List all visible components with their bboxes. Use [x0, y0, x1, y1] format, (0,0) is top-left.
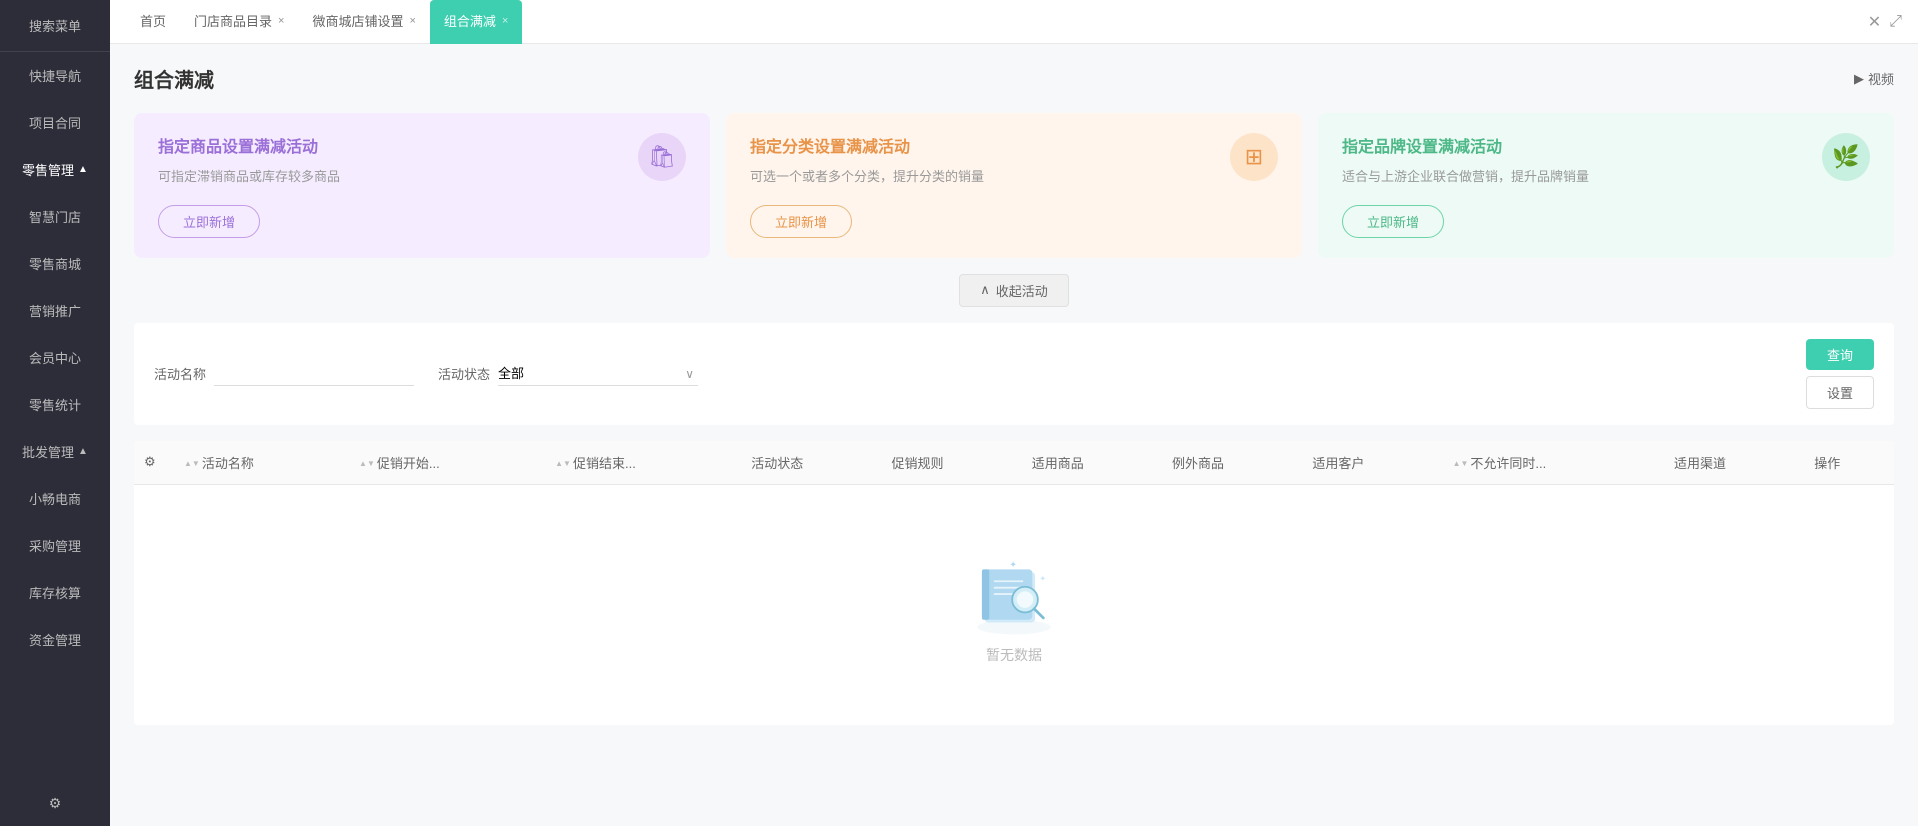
th-promo-rule: 促销规则 [882, 441, 1022, 485]
window-close-icon[interactable]: ✕ [1868, 12, 1881, 32]
card-brand-discount: 指定品牌设置满减活动 适合与上游企业联合做营销，提升品牌销量 🌿 立即新增 [1318, 113, 1894, 258]
th-operation: 操作 [1804, 441, 1894, 485]
empty-text: 暂无数据 [986, 645, 1042, 665]
sidebar-item-retail-mall[interactable]: 零售商城 [0, 240, 110, 287]
tab-bar: 首页门店商品目录×微商城店铺设置×组合满减× ✕ ⤢ [110, 0, 1918, 44]
card-product-discount: 指定商品设置满减活动 可指定滞销商品或库存较多商品 🛍 立即新增 [134, 113, 710, 258]
sidebar-item-project-contract[interactable]: 项目合同 [0, 99, 110, 146]
tab-close-icon[interactable]: × [409, 15, 415, 27]
tab-wechat-store-settings[interactable]: 微商城店铺设置× [298, 0, 429, 44]
th-activity-name[interactable]: ▲▼活动名称 [174, 441, 349, 485]
settings-button[interactable]: 设置 [1806, 376, 1874, 409]
activity-name-input[interactable] [214, 362, 414, 386]
page-header: 组合满减 ▶ 视频 [134, 64, 1894, 93]
chevron-icon: ▲ [78, 164, 88, 175]
card-add-btn[interactable]: 立即新增 [158, 205, 260, 238]
tab-close-icon[interactable]: × [278, 15, 284, 27]
th-applicable-channel: 适用渠道 [1664, 441, 1804, 485]
main-area: 首页门店商品目录×微商城店铺设置×组合满减× ✕ ⤢ 组合满减 ▶ 视频 指定商… [110, 0, 1918, 826]
card-desc: 适合与上游企业联合做营销，提升品牌销量 [1342, 167, 1870, 187]
tab-home[interactable]: 首页 [126, 0, 180, 44]
sidebar-item-quick-nav[interactable]: 快捷导航 [0, 52, 110, 99]
th-exception-goods: 例外商品 [1162, 441, 1302, 485]
sidebar-item-inventory-calc[interactable]: 库存核算 [0, 569, 110, 616]
th-applicable-goods: 适用商品 [1022, 441, 1162, 485]
sidebar-item-member-center[interactable]: 会员中心 [0, 334, 110, 381]
data-table: ⚙ ▲▼活动名称▲▼促销开始...▲▼促销结束...活动状态促销规则适用商品例外商… [134, 441, 1894, 485]
th-applicable-customer: 适用客户 [1302, 441, 1442, 485]
page-title: 组合满减 [134, 64, 214, 93]
settings-icon[interactable]: ⚙ [144, 454, 156, 469]
card-add-btn[interactable]: 立即新增 [750, 205, 852, 238]
tab-combo-discount[interactable]: 组合满减× [430, 0, 522, 44]
sidebar-item-smart-store[interactable]: 智慧门店 [0, 193, 110, 240]
card-icon: ⊞ [1230, 133, 1278, 181]
card-title: 指定商品设置满减活动 [158, 133, 686, 157]
th-promo-start[interactable]: ▲▼促销开始... [349, 441, 545, 485]
sort-icon: ▲▼ [1453, 460, 1469, 468]
empty-illustration: ✦ ✦ [959, 545, 1069, 645]
chevron-up-icon: ∧ [980, 282, 990, 298]
chevron-icon: ▲ [78, 446, 88, 457]
tab-bar-controls: ✕ ⤢ [1868, 12, 1902, 32]
search-buttons: 查询 设置 [1806, 339, 1874, 409]
table-container: ⚙ ▲▼活动名称▲▼促销开始...▲▼促销结束...活动状态促销规则适用商品例外商… [134, 441, 1894, 725]
sidebar-item-fund-mgmt[interactable]: 资金管理 [0, 616, 110, 663]
sidebar-item-xcc-ecom[interactable]: 小畅电商 [0, 475, 110, 522]
empty-state: ✦ ✦ 暂无数据 [134, 485, 1894, 725]
sidebar-search[interactable]: 搜索菜单 [0, 0, 110, 52]
cards-row: 指定商品设置满减活动 可指定滞销商品或库存较多商品 🛍 立即新增 指定分类设置满… [134, 113, 1894, 258]
sidebar: 搜索菜单 快捷导航项目合同零售管理▲智慧门店零售商城营销推广会员中心零售统计批发… [0, 0, 110, 826]
svg-text:✦: ✦ [1009, 559, 1017, 569]
sidebar-settings-btn[interactable]: ⚙ [0, 781, 110, 826]
activity-status-field: 活动状态 全部进行中未开始已结束 ∨ [438, 362, 698, 386]
th-activity-status: 活动状态 [741, 441, 881, 485]
activity-status-select-wrapper: 全部进行中未开始已结束 ∨ [498, 362, 698, 386]
sidebar-item-retail-stats[interactable]: 零售统计 [0, 381, 110, 428]
collapse-bar: ∧ 收起活动 [134, 274, 1894, 307]
card-title: 指定品牌设置满减活动 [1342, 133, 1870, 157]
svg-text:✦: ✦ [1040, 574, 1046, 583]
query-button[interactable]: 查询 [1806, 339, 1874, 370]
search-area: 活动名称 活动状态 全部进行中未开始已结束 ∨ 查询 设置 [134, 323, 1894, 425]
sidebar-item-marketing[interactable]: 营销推广 [0, 287, 110, 334]
card-desc: 可指定滞销商品或库存较多商品 [158, 167, 686, 187]
sidebar-item-retail-mgmt[interactable]: 零售管理▲ [0, 146, 110, 193]
card-icon: 🌿 [1822, 133, 1870, 181]
window-expand-icon[interactable]: ⤢ [1889, 13, 1902, 31]
card-category-discount: 指定分类设置满减活动 可选一个或者多个分类，提升分类的销量 ⊞ 立即新增 [726, 113, 1302, 258]
card-icon: 🛍 [638, 133, 686, 181]
card-desc: 可选一个或者多个分类，提升分类的销量 [750, 167, 1278, 187]
sort-icon: ▲▼ [359, 460, 375, 468]
sidebar-item-purchase-mgmt[interactable]: 采购管理 [0, 522, 110, 569]
th-gear: ⚙ [134, 441, 174, 485]
activity-status-label: 活动状态 [438, 364, 490, 383]
collapse-button[interactable]: ∧ 收起活动 [959, 274, 1069, 307]
gear-icon: ⚙ [49, 795, 62, 811]
table-header: ⚙ ▲▼活动名称▲▼促销开始...▲▼促销结束...活动状态促销规则适用商品例外商… [134, 441, 1894, 485]
tab-store-catalog[interactable]: 门店商品目录× [180, 0, 298, 44]
th-promo-end[interactable]: ▲▼促销结束... [545, 441, 741, 485]
sort-icon: ▲▼ [555, 460, 571, 468]
page-content: 组合满减 ▶ 视频 指定商品设置满减活动 可指定滞销商品或库存较多商品 🛍 立即… [110, 44, 1918, 826]
video-link[interactable]: ▶ 视频 [1854, 69, 1894, 88]
tab-close-icon[interactable]: × [502, 15, 508, 27]
card-add-btn[interactable]: 立即新增 [1342, 205, 1444, 238]
sort-icon: ▲▼ [184, 460, 200, 468]
card-title: 指定分类设置满减活动 [750, 133, 1278, 157]
play-icon: ▶ [1854, 71, 1864, 87]
activity-name-label: 活动名称 [154, 364, 206, 383]
activity-name-field: 活动名称 [154, 362, 414, 386]
sidebar-item-wholesale-mgmt[interactable]: 批发管理▲ [0, 428, 110, 475]
th-not-allow-concurrent[interactable]: ▲▼不允许同时... [1443, 441, 1664, 485]
activity-status-select[interactable]: 全部进行中未开始已结束 [498, 362, 698, 386]
